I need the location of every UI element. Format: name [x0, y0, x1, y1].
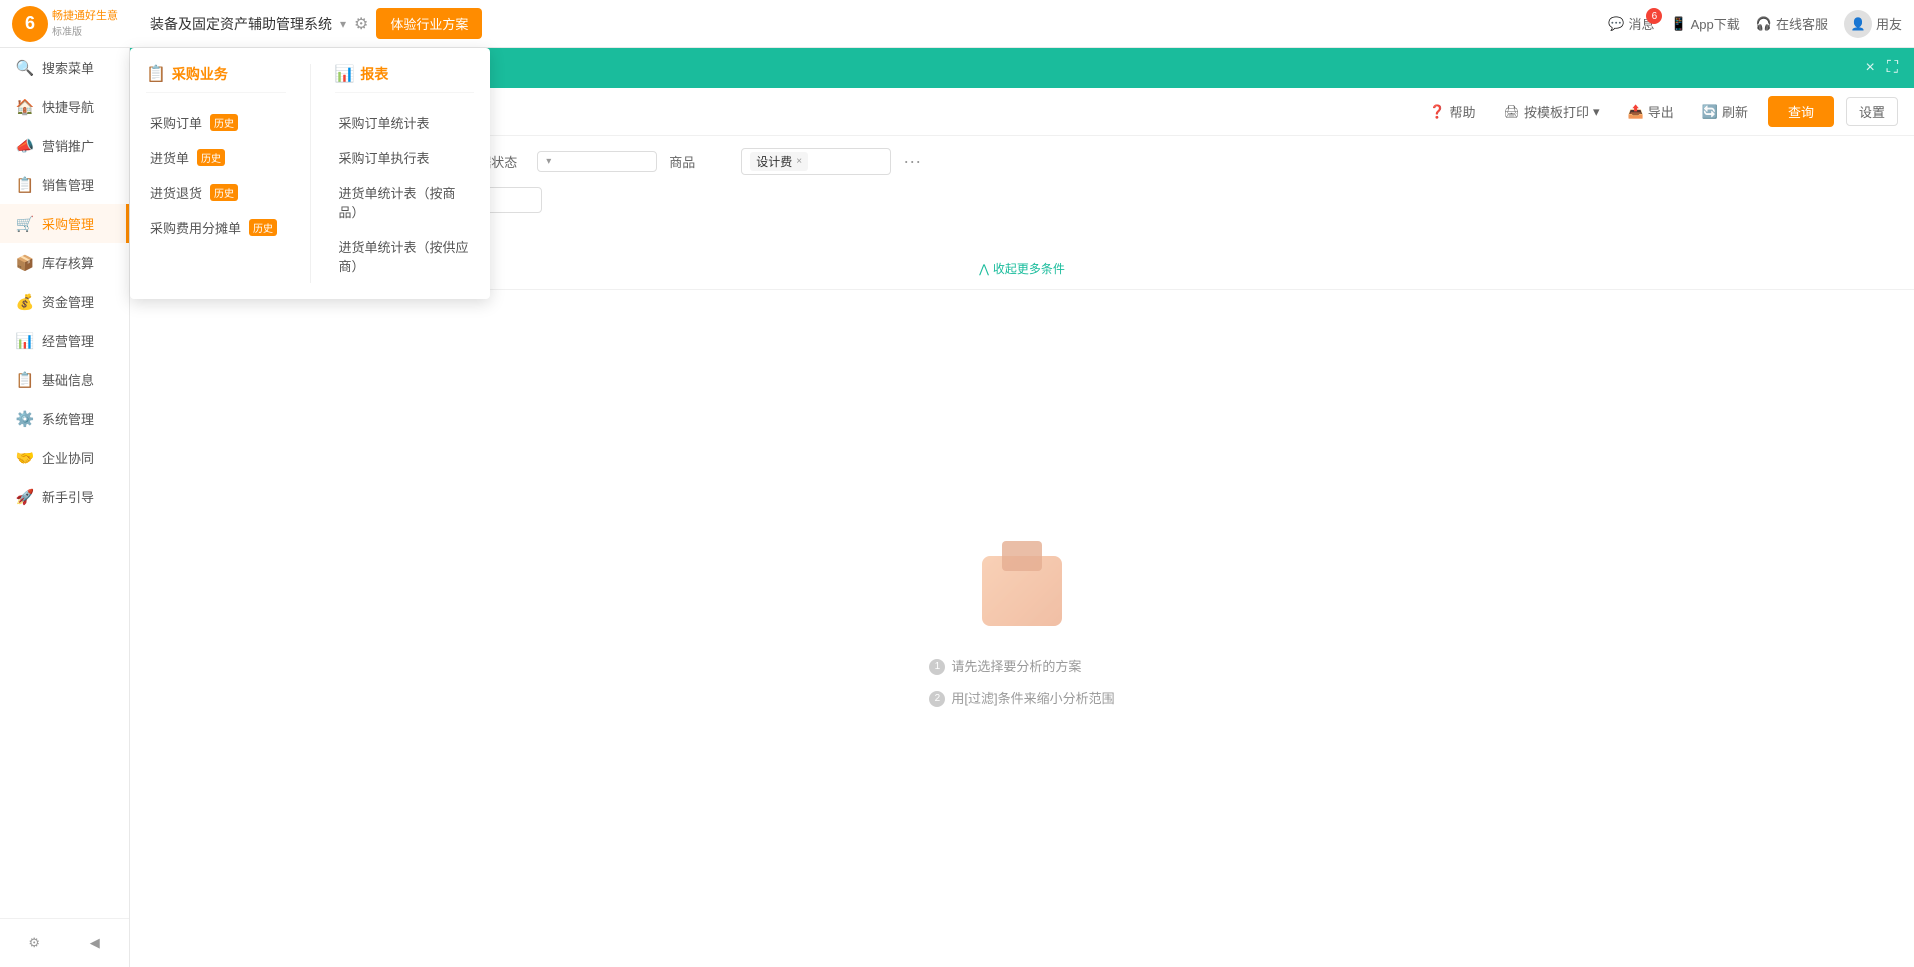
settings-toolbar-button[interactable]: 设置: [1846, 97, 1898, 126]
section-title-reports: 📊 报表: [335, 64, 475, 93]
menu-item-order-exec[interactable]: 采购订单执行表: [335, 140, 475, 175]
export-icon: 📤: [1628, 104, 1644, 120]
bill-status-select[interactable]: ▾: [537, 151, 657, 172]
top-right: 💬 消息 6 📱 App下载 🎧 在线客服 👤 用友: [1608, 10, 1902, 38]
system-name: 装备及固定资产辅助管理系统: [150, 14, 332, 34]
sidebar-item-base-info[interactable]: 📋 基础信息: [0, 360, 129, 399]
app-container: 6 畅捷通好生意 标准版 装备及固定资产辅助管理系统 ▾ ⚙ 体验行业方案 💬 …: [0, 0, 1914, 967]
menu-item-return[interactable]: 进货退货 历史: [146, 175, 286, 210]
sidebar-item-operations[interactable]: 📊 经营管理: [0, 321, 129, 360]
message-badge: 6: [1646, 8, 1662, 24]
user-avatar: 👤: [1844, 10, 1872, 38]
phone-icon: 📱: [1670, 16, 1686, 32]
help-icon: ❓: [1429, 104, 1445, 120]
sidebar-item-system[interactable]: ⚙️ 系统管理: [0, 399, 129, 438]
history-badge-incoming: 历史: [197, 149, 225, 166]
sidebar-item-quick-nav[interactable]: 🏠 快捷导航: [0, 87, 129, 126]
window-close-icon[interactable]: ×: [1865, 59, 1874, 77]
user-button[interactable]: 👤 用友: [1844, 10, 1902, 38]
purchase-dropdown-menu: 📋 采购业务 采购订单 历史 进货单 历史 进货退货 历史 采购费用分摊单 历史: [130, 48, 490, 299]
sidebar-item-sales[interactable]: 📋 销售管理: [0, 165, 129, 204]
menu-item-incoming-stats-supplier[interactable]: 进货单统计表（按供应商）: [335, 229, 475, 283]
cooperation-icon: 🤝: [16, 449, 34, 467]
query-button[interactable]: 查询: [1768, 96, 1834, 127]
refresh-button[interactable]: 🔄 刷新: [1694, 98, 1756, 125]
history-badge-expense: 历史: [249, 219, 277, 236]
print-button[interactable]: 🖨 按模板打印 ▾: [1496, 98, 1608, 125]
inventory-icon: 📦: [16, 254, 34, 272]
sidebar-settings-btn[interactable]: ⚙: [8, 927, 61, 959]
section-title-purchase: 📋 采购业务: [146, 64, 286, 93]
guide-icon: 🚀: [16, 488, 34, 506]
menu-divider: [310, 64, 311, 283]
purchase-icon: 🛒: [16, 215, 34, 233]
help-button[interactable]: ❓ 帮助: [1421, 98, 1483, 125]
history-badge-return: 历史: [210, 184, 238, 201]
industry-button[interactable]: 体验行业方案: [376, 8, 482, 39]
logo-text: 畅捷通好生意: [52, 9, 118, 23]
home-icon: 🏠: [16, 98, 34, 116]
menu-item-incoming[interactable]: 进货单 历史: [146, 140, 286, 175]
window-expand-icon[interactable]: ⛶: [1887, 59, 1898, 77]
title-dropdown-icon[interactable]: ▾: [340, 17, 346, 31]
base-info-icon: 📋: [16, 371, 34, 389]
sidebar-item-inventory[interactable]: 📦 库存核算: [0, 243, 129, 282]
empty-state: 1 请先选择要分析的方案 2 用[过滤]条件来缩小分析范围: [130, 290, 1914, 967]
export-button[interactable]: 📤 导出: [1620, 98, 1682, 125]
search-icon: 🔍: [16, 59, 34, 77]
sidebar-item-purchase[interactable]: 🛒 采购管理: [0, 204, 129, 243]
menu-item-expense[interactable]: 采购费用分摊单 历史: [146, 210, 286, 245]
sidebar-bottom: ⚙ ◀: [0, 918, 129, 967]
sales-icon: 📋: [16, 176, 34, 194]
collapse-button[interactable]: ⋀ 收起更多条件: [979, 260, 1065, 277]
sidebar-item-search[interactable]: 🔍 搜索菜单: [0, 48, 129, 87]
sidebar: 🔍 搜索菜单 🏠 快捷导航 📣 营销推广 📋 销售管理 🛒 采购管理 📦: [0, 48, 130, 967]
message-icon: 💬: [1608, 16, 1624, 32]
purchase-business-section: 📋 采购业务 采购订单 历史 进货单 历史 进货退货 历史 采购费用分摊单 历史: [146, 64, 286, 283]
print-icon: 🖨: [1504, 104, 1521, 120]
menu-item-purchase-order[interactable]: 采购订单 历史: [146, 105, 286, 140]
purchase-section-icon: 📋: [146, 64, 166, 84]
marketing-icon: 📣: [16, 137, 34, 155]
sidebar-item-finance[interactable]: 💰 资金管理: [0, 282, 129, 321]
bill-status-arrow: ▾: [546, 156, 551, 167]
headset-icon: 🎧: [1756, 16, 1772, 32]
tab-window-controls: × ⛶: [1865, 59, 1914, 77]
sidebar-item-cooperation[interactable]: 🤝 企业协同: [0, 438, 129, 477]
goods-more-btn[interactable]: ···: [903, 151, 921, 172]
finance-icon: 💰: [16, 293, 34, 311]
messages-button[interactable]: 💬 消息 6: [1608, 14, 1654, 33]
system-icon: ⚙️: [16, 410, 34, 428]
goods-input[interactable]: 设计费 ×: [741, 148, 891, 175]
menu-item-order-stats[interactable]: 采购订单统计表: [335, 105, 475, 140]
print-dropdown-icon[interactable]: ▾: [1593, 104, 1600, 120]
sidebar-collapse-btn[interactable]: ◀: [69, 927, 122, 959]
settings-icon[interactable]: ⚙: [354, 14, 368, 34]
history-badge-purchase-order: 历史: [210, 114, 238, 131]
refresh-icon: 🔄: [1702, 104, 1718, 120]
app-download-button[interactable]: 📱 App下载: [1670, 14, 1739, 33]
sidebar-item-marketing[interactable]: 📣 营销推广: [0, 126, 129, 165]
collapse-up-icon: ⋀: [979, 262, 989, 276]
logo-icon: 6: [12, 6, 48, 42]
empty-text-1: 1 请先选择要分析的方案 2 用[过滤]条件来缩小分析范围: [929, 654, 1114, 712]
online-service-button[interactable]: 🎧 在线客服: [1756, 14, 1828, 33]
sidebar-item-guide[interactable]: 🚀 新手引导: [0, 477, 129, 516]
system-title: 装备及固定资产辅助管理系统 ▾ ⚙: [150, 14, 368, 34]
reports-section-icon: 📊: [335, 64, 355, 84]
goods-label: 商品: [669, 152, 729, 171]
goods-tag: 设计费 ×: [750, 152, 808, 171]
menu-item-incoming-stats-goods[interactable]: 进货单统计表（按商品）: [335, 175, 475, 229]
operations-icon: 📊: [16, 332, 34, 350]
logo-sub: 标准版: [52, 23, 118, 38]
reports-section: 📊 报表 采购订单统计表 采购订单执行表 进货单统计表（按商品） 进货单统计表（…: [335, 64, 475, 283]
top-bar: 6 畅捷通好生意 标准版 装备及固定资产辅助管理系统 ▾ ⚙ 体验行业方案 💬 …: [0, 0, 1914, 48]
goods-tag-close[interactable]: ×: [796, 156, 802, 167]
empty-illustration: [972, 546, 1072, 646]
logo-area: 6 畅捷通好生意 标准版: [12, 6, 142, 42]
